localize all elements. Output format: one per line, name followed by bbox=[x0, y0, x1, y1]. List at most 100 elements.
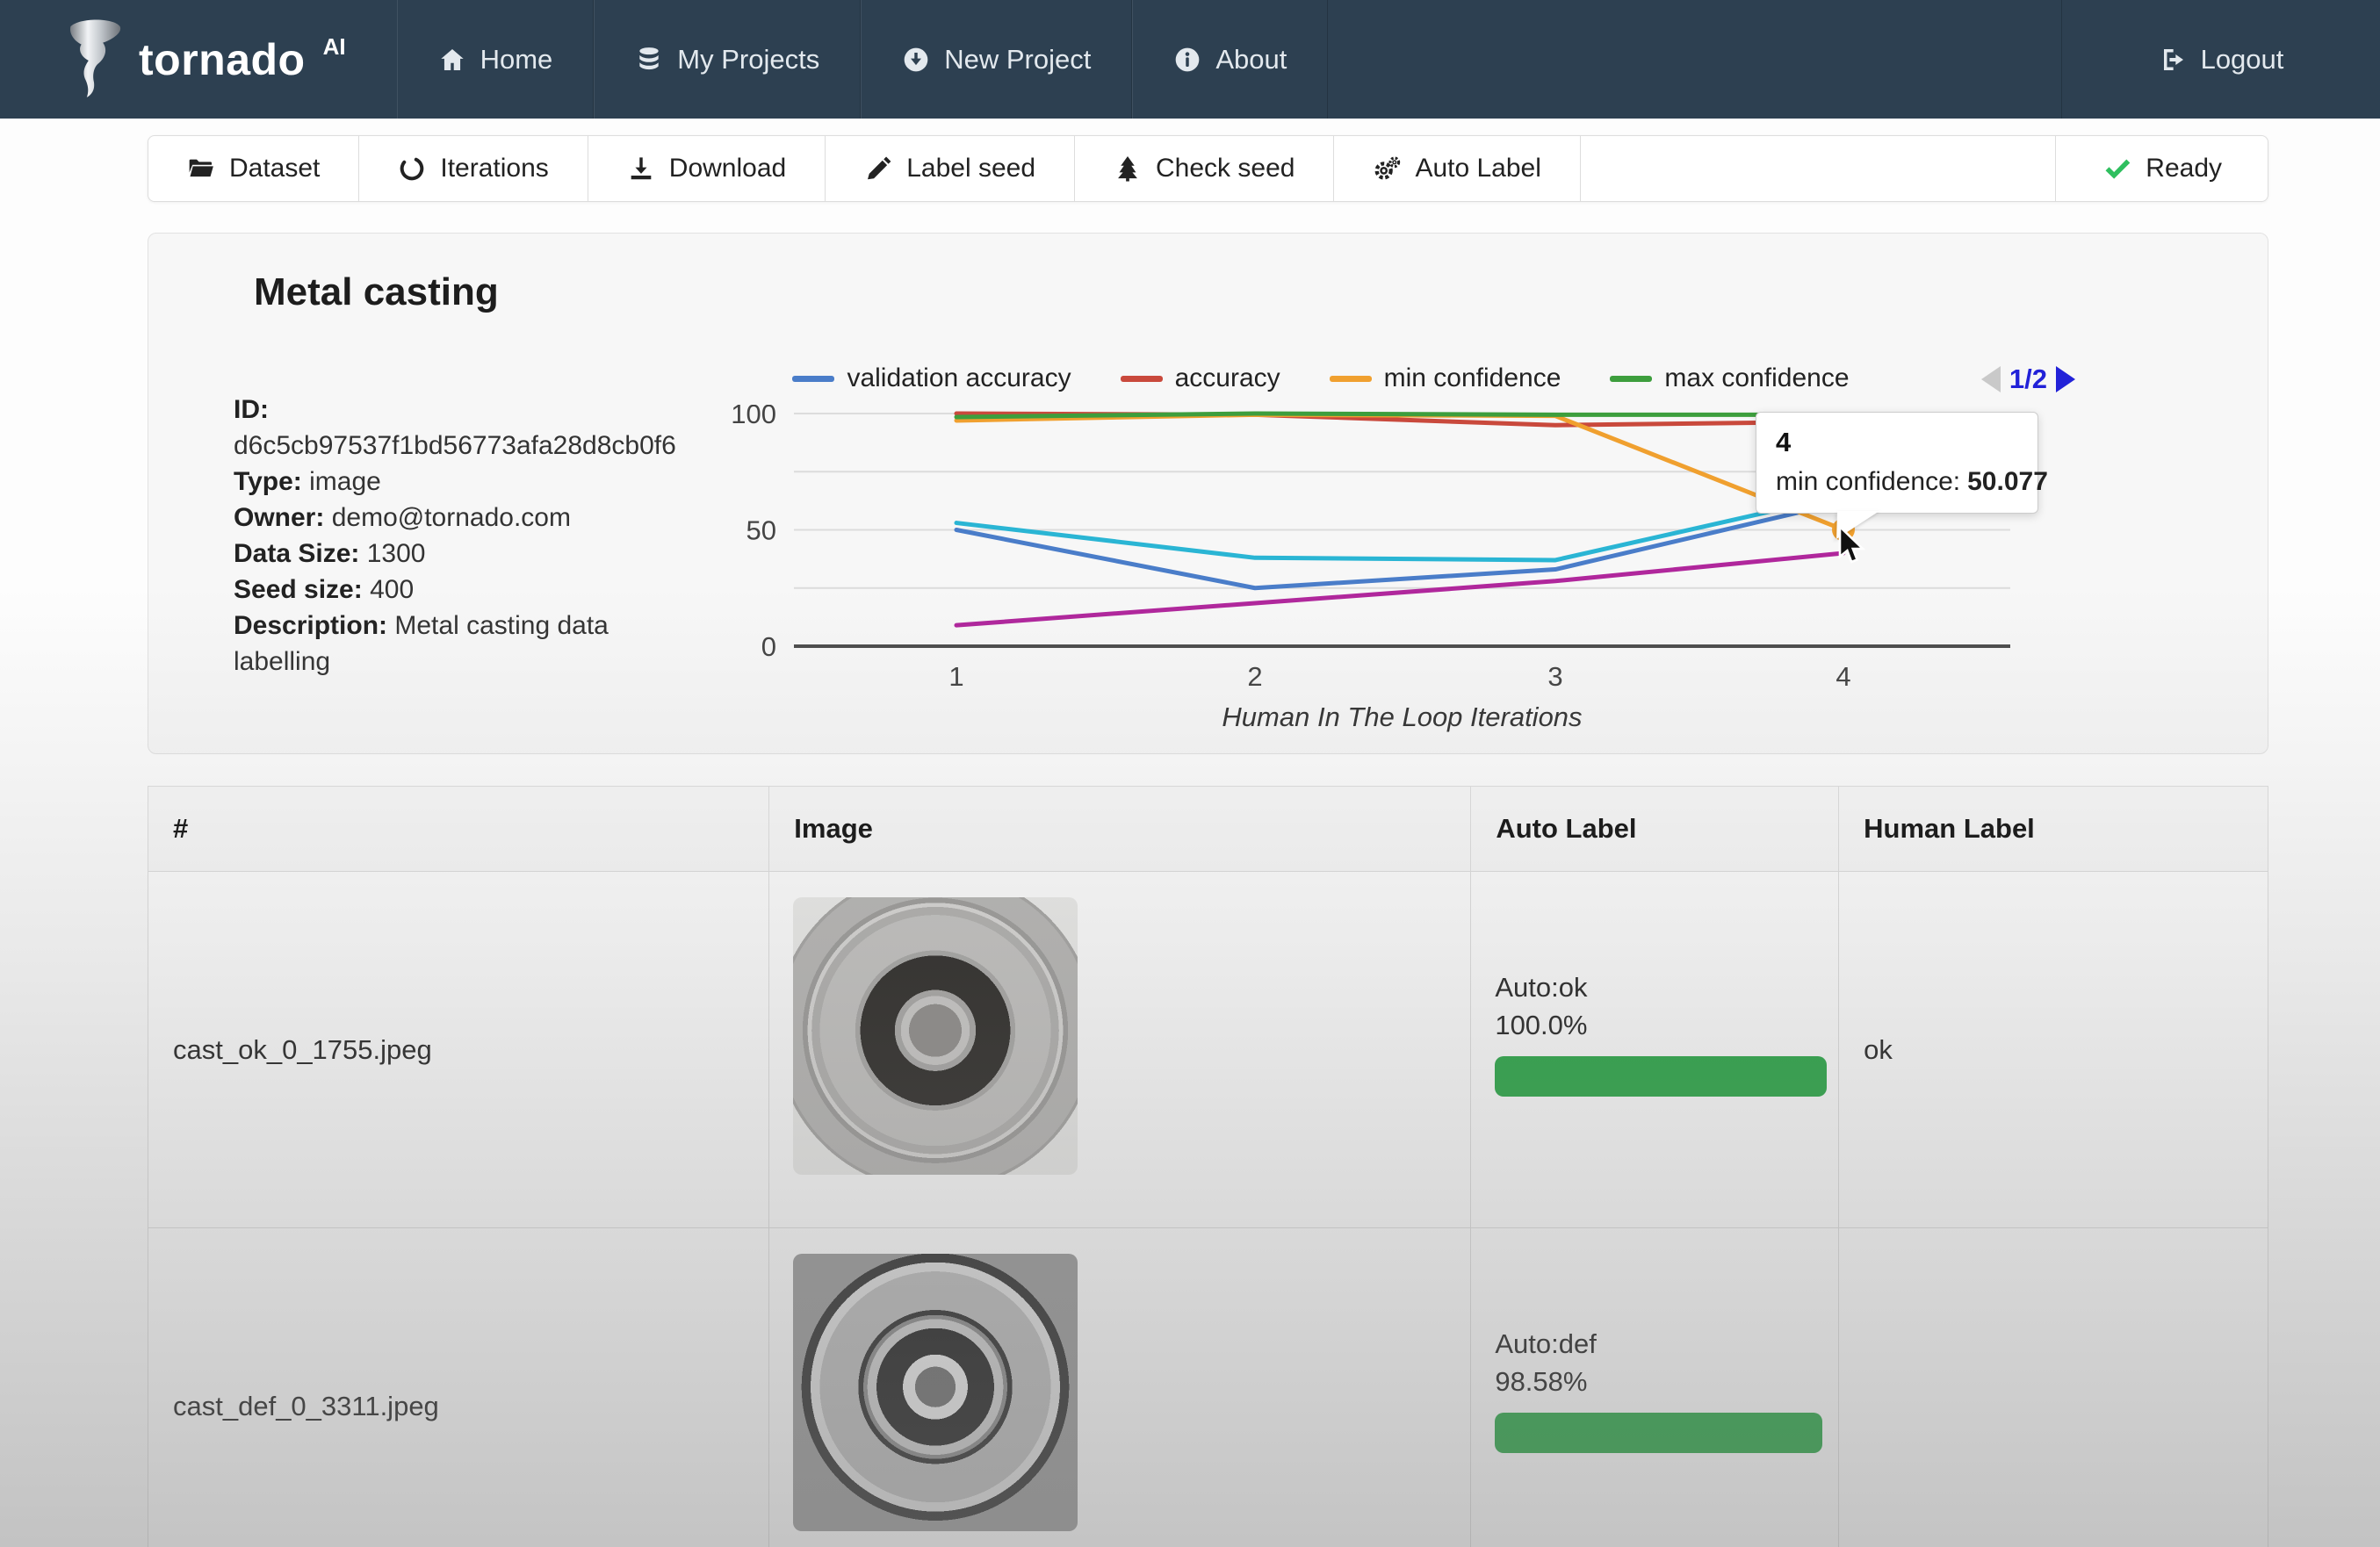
human-label-cell[interactable] bbox=[1838, 1227, 2268, 1547]
legend-label: accuracy bbox=[1174, 363, 1280, 392]
col-header-index: # bbox=[147, 786, 770, 872]
col-header-human-label: Human Label bbox=[1838, 786, 2268, 872]
nav-items: Home My Projects New Project About bbox=[396, 0, 1329, 119]
confidence-text: 100.0% bbox=[1495, 1010, 1588, 1040]
svg-text:0: 0 bbox=[761, 631, 776, 662]
filename-cell: cast_def_0_3311.jpeg bbox=[147, 1227, 770, 1547]
detail-type: Type: image bbox=[234, 467, 381, 496]
mouse-cursor-icon bbox=[1838, 523, 1868, 570]
ready-status-label: Ready bbox=[2146, 154, 2222, 183]
chart-x-axis-title: Human In The Loop Iterations bbox=[1222, 702, 1583, 732]
legend-item[interactable]: accuracy bbox=[1120, 363, 1280, 393]
legend-items: validation accuracy accuracy min confidenc… bbox=[792, 363, 1850, 393]
nav-item-home[interactable]: Home bbox=[396, 0, 595, 119]
confidence-bar bbox=[1495, 1413, 1822, 1453]
legend-swatch-icon bbox=[1610, 375, 1653, 382]
project-title: Metal casting bbox=[254, 270, 499, 313]
iterations-button[interactable]: Iterations bbox=[359, 136, 588, 201]
nav-item-label: Home bbox=[480, 43, 553, 75]
info-circle-icon bbox=[1173, 46, 1201, 74]
download-label: Download bbox=[668, 154, 787, 183]
circle-notch-icon bbox=[398, 155, 426, 183]
legend-label: max confidence bbox=[1664, 363, 1850, 392]
legend-item[interactable]: max confidence bbox=[1610, 363, 1850, 393]
nav-item-my-projects[interactable]: My Projects bbox=[594, 0, 862, 119]
legend-prev-icon[interactable] bbox=[1980, 366, 2001, 392]
labeling-table: # Image Auto Label Human Label cast_ok_0… bbox=[147, 786, 2268, 1547]
svg-text:2: 2 bbox=[1247, 661, 1262, 692]
download-button[interactable]: Download bbox=[588, 136, 826, 201]
tornado-logo-icon bbox=[69, 19, 123, 100]
detail-seed-size: Seed size: 400 bbox=[234, 575, 415, 604]
legend-swatch-icon bbox=[1329, 375, 1372, 382]
brand[interactable]: tornado AI bbox=[0, 0, 397, 119]
table-row: cast_def_0_3311.jpeg Auto:def 98.58% bbox=[147, 1227, 2268, 1547]
svg-text:50: 50 bbox=[746, 515, 776, 546]
table-header-row: # Image Auto Label Human Label bbox=[147, 786, 2268, 872]
label-seed-button[interactable]: Label seed bbox=[826, 136, 1076, 201]
svg-text:4: 4 bbox=[1835, 661, 1850, 692]
action-toolbar: Dataset Iterations Download Label seed C… bbox=[148, 135, 2268, 202]
legend-label: min confidence bbox=[1383, 363, 1561, 392]
ready-status-button[interactable]: Ready bbox=[2055, 136, 2268, 201]
nav-item-label: My Projects bbox=[677, 43, 820, 75]
casting-part-image[interactable] bbox=[793, 897, 1078, 1175]
svg-text:100: 100 bbox=[731, 405, 776, 429]
iterations-chart[interactable]: validation accuracy accuracy min confidenc… bbox=[719, 356, 2107, 752]
legend-swatch-icon bbox=[1120, 375, 1163, 382]
legend-pager: 1/2 bbox=[1980, 363, 2075, 395]
nav-item-label: New Project bbox=[944, 43, 1092, 75]
chart-legend: validation accuracy accuracy min confidenc… bbox=[719, 356, 2107, 400]
filename-cell: cast_ok_0_1755.jpeg bbox=[147, 871, 770, 1228]
auto-label-label: Auto Label bbox=[1415, 154, 1541, 183]
legend-next-icon[interactable] bbox=[2056, 366, 2075, 392]
nav-item-new-project[interactable]: New Project bbox=[861, 0, 1133, 119]
detail-description: Description: Metal casting data labellin… bbox=[234, 611, 609, 676]
detail-id: ID: d6c5cb97537f1bd56773afa28d8cb0f6 bbox=[234, 395, 676, 460]
logout-icon bbox=[2159, 46, 2187, 74]
svg-text:3: 3 bbox=[1547, 661, 1562, 692]
check-icon bbox=[2102, 154, 2131, 183]
brand-suffix: AI bbox=[322, 33, 346, 60]
detail-data-size: Data Size: 1300 bbox=[234, 539, 426, 568]
label-seed-label: Label seed bbox=[906, 154, 1036, 183]
legend-item[interactable]: validation accuracy bbox=[792, 363, 1071, 393]
auto-label-cell: Auto:def 98.58% bbox=[1470, 1227, 1840, 1547]
top-navbar: tornado AI Home My Projects New Project … bbox=[0, 0, 2380, 119]
gears-icon bbox=[1373, 155, 1401, 183]
dataset-label: Dataset bbox=[229, 154, 321, 183]
pencil-icon bbox=[864, 155, 892, 183]
check-seed-button[interactable]: Check seed bbox=[1075, 136, 1335, 201]
project-details: ID: d6c5cb97537f1bd56773afa28d8cb0f6 Typ… bbox=[234, 392, 699, 680]
casting-part-image[interactable] bbox=[793, 1254, 1078, 1531]
col-header-auto-label: Auto Label bbox=[1470, 786, 1840, 872]
home-icon bbox=[438, 46, 466, 74]
database-icon bbox=[635, 46, 663, 74]
dataset-button[interactable]: Dataset bbox=[148, 136, 360, 201]
iterations-label: Iterations bbox=[440, 154, 549, 183]
confidence-bar-track bbox=[1495, 1413, 1827, 1453]
col-header-image: Image bbox=[768, 786, 1472, 872]
svg-text:1: 1 bbox=[948, 661, 963, 692]
auto-label-button[interactable]: Auto Label bbox=[1334, 136, 1581, 201]
check-seed-label: Check seed bbox=[1156, 154, 1295, 183]
legend-item[interactable]: min confidence bbox=[1329, 363, 1561, 393]
tree-icon bbox=[1114, 155, 1142, 183]
image-cell bbox=[768, 1227, 1472, 1547]
auto-label-text: Auto:def bbox=[1495, 1328, 1597, 1359]
logout-button[interactable]: Logout bbox=[2061, 0, 2380, 119]
nav-item-about[interactable]: About bbox=[1132, 0, 1329, 119]
auto-label-cell: Auto:ok 100.0% bbox=[1470, 871, 1840, 1228]
image-cell bbox=[768, 871, 1472, 1228]
human-label-cell[interactable]: ok bbox=[1838, 871, 2268, 1228]
folder-icon bbox=[187, 155, 215, 183]
confidence-text: 98.58% bbox=[1495, 1366, 1588, 1397]
tooltip-x-value: 4 bbox=[1776, 427, 1792, 457]
legend-swatch-icon bbox=[792, 375, 835, 382]
chart-tooltip: 4 min confidence: 50.077 bbox=[1756, 412, 2048, 539]
nav-item-label: About bbox=[1215, 43, 1287, 75]
detail-owner: Owner: demo@tornado.com bbox=[234, 503, 571, 532]
arrow-circle-icon bbox=[902, 46, 930, 74]
